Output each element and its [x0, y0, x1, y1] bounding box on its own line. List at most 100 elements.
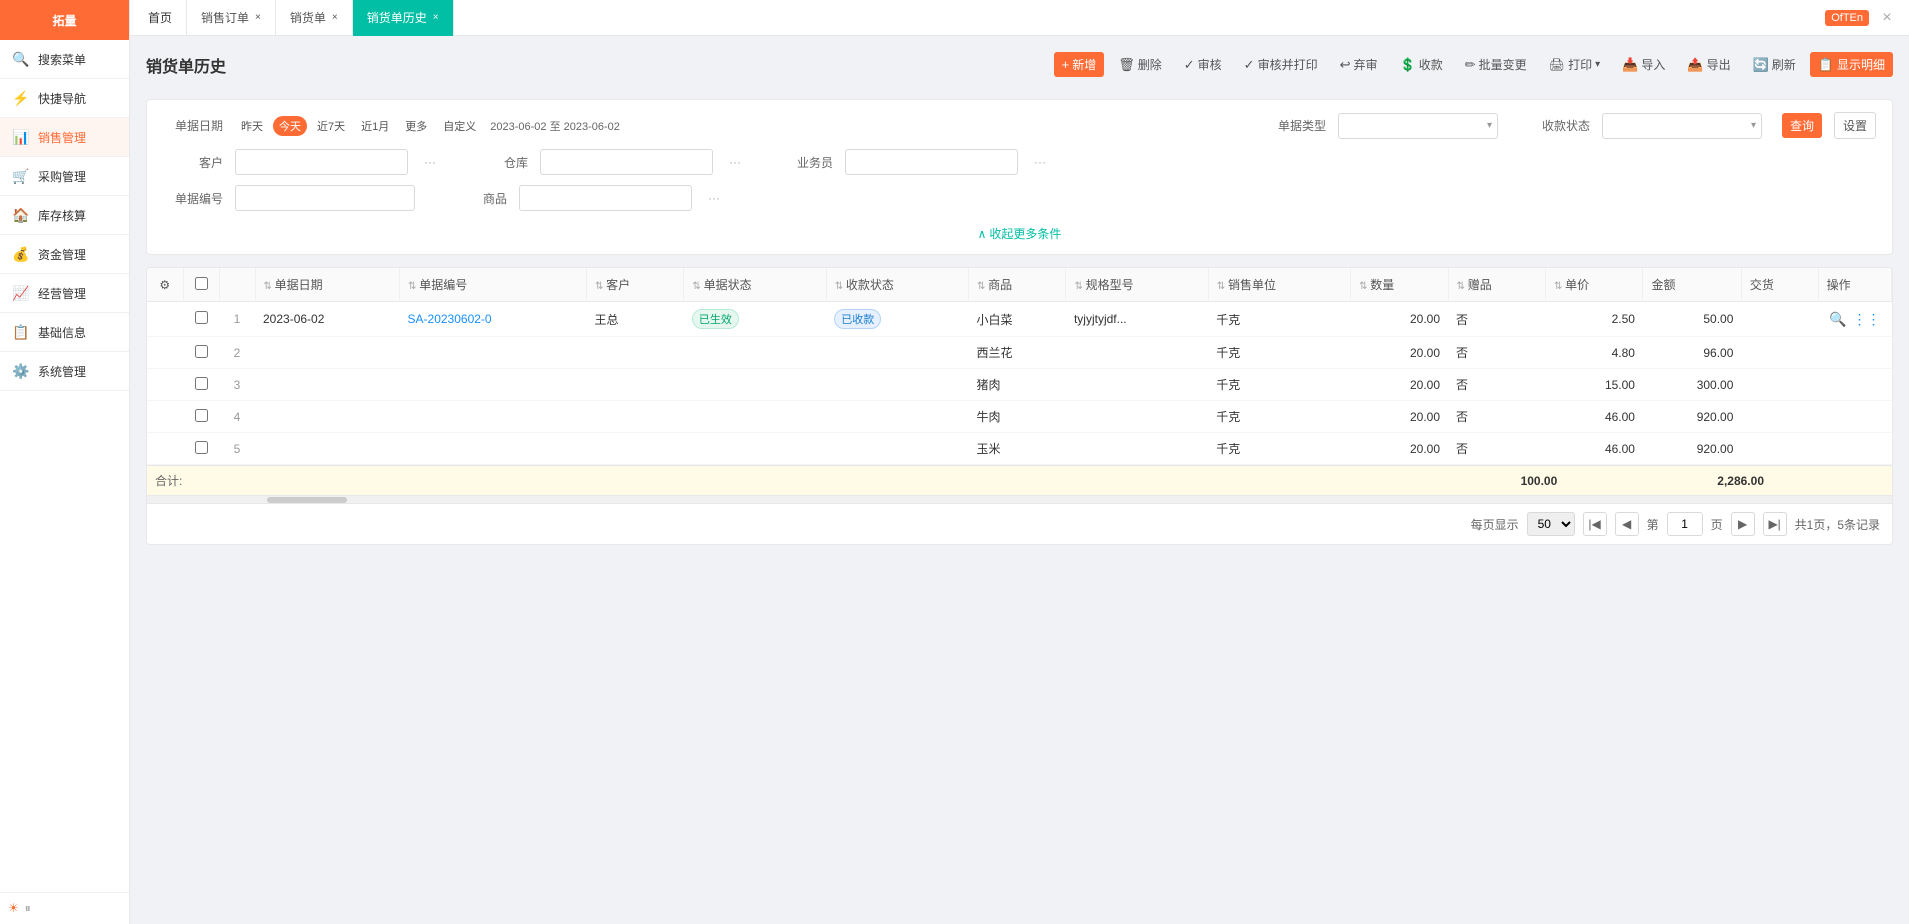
staff-ellipsis[interactable]: ···: [1034, 155, 1046, 169]
goods-ellipsis[interactable]: ···: [708, 191, 720, 205]
th-doc-status[interactable]: 单据状态: [684, 268, 826, 302]
yesterday-shortcut[interactable]: 昨天: [235, 116, 269, 136]
customer-ellipsis[interactable]: ···: [424, 155, 436, 169]
more-shortcut[interactable]: 更多: [399, 116, 433, 136]
next-page-button[interactable]: ▶: [1731, 512, 1755, 536]
today-shortcut[interactable]: 今天: [273, 116, 307, 136]
sidebar-item-operations[interactable]: 📈 经营管理: [0, 274, 129, 313]
td-docno-4[interactable]: [400, 433, 587, 465]
sidebar-item-finance[interactable]: 💰 资金管理: [0, 235, 129, 274]
row-checkbox-0[interactable]: [195, 311, 208, 324]
tab-close-sales-goods[interactable]: ×: [332, 12, 338, 23]
page-number-input[interactable]: [1667, 512, 1703, 536]
th-amount: 金额: [1643, 268, 1741, 302]
th-qty[interactable]: 数量: [1351, 268, 1448, 302]
doc-no-label: 单据编号: [163, 190, 223, 207]
sidebar-item-inventory[interactable]: 🏠 库存核算: [0, 196, 129, 235]
query-button[interactable]: 查询: [1782, 113, 1822, 138]
row-checkbox-4[interactable]: [195, 441, 208, 454]
sidebar-item-basic-info[interactable]: 📋 基础信息: [0, 313, 129, 352]
tab-sales-history[interactable]: 销货单历史 ×: [353, 0, 454, 36]
tab-sales-order[interactable]: 销售订单 ×: [187, 0, 276, 36]
td-checkbox-4[interactable]: [183, 433, 219, 465]
sidebar-item-search-menu[interactable]: 🔍 搜索菜单: [0, 40, 129, 79]
td-docno-1[interactable]: [400, 337, 587, 369]
first-page-button[interactable]: |◀: [1583, 512, 1607, 536]
td-checkbox-2[interactable]: [183, 369, 219, 401]
th-doc-date[interactable]: 单据日期: [255, 268, 400, 302]
th-unit[interactable]: 销售单位: [1208, 268, 1350, 302]
tab-close-sales-order[interactable]: ×: [255, 12, 261, 23]
abandon-button[interactable]: ↩ 弃审: [1332, 52, 1386, 77]
th-price[interactable]: 单价: [1546, 268, 1643, 302]
doc-type-select[interactable]: [1338, 113, 1498, 139]
prev-page-button[interactable]: ◀: [1615, 512, 1639, 536]
tab-sales-goods[interactable]: 销货单 ×: [276, 0, 353, 36]
refresh-button[interactable]: 🔄 刷新: [1745, 52, 1804, 77]
export-button[interactable]: 📤 导出: [1679, 52, 1738, 77]
print-button[interactable]: 🖨 打印 ▾: [1541, 52, 1609, 77]
th-checkbox[interactable]: [183, 268, 219, 302]
window-close-button[interactable]: ×: [1877, 8, 1897, 28]
td-checkbox-1[interactable]: [183, 337, 219, 369]
th-doc-no[interactable]: 单据编号: [400, 268, 587, 302]
th-goods[interactable]: 商品: [969, 268, 1066, 302]
warehouse-label: 仓库: [468, 154, 528, 171]
tab-close-sales-history[interactable]: ×: [433, 12, 439, 23]
staff-input[interactable]: [845, 149, 1018, 175]
delete-button[interactable]: 🗑 删除: [1110, 52, 1170, 77]
row-checkbox-1[interactable]: [195, 345, 208, 358]
th-spec-type[interactable]: 规格型号: [1066, 268, 1208, 302]
table-header-row: ⚙ 单据日期 单据编号 客户 单据状态 收款状态 商品 规格型号 销售单位 数量…: [147, 268, 1892, 302]
lightning-icon: ⚡: [12, 89, 30, 107]
td-docno-2[interactable]: [400, 369, 587, 401]
doc-no-link-0[interactable]: SA-20230602-0: [408, 312, 492, 326]
select-all-checkbox[interactable]: [195, 277, 208, 290]
last1month-shortcut[interactable]: 近1月: [355, 116, 395, 136]
date-range-display: 2023-06-02 至 2023-06-02: [490, 118, 620, 134]
doc-no-input[interactable]: [235, 185, 415, 211]
td-trade-2: [1741, 369, 1818, 401]
th-customer[interactable]: 客户: [586, 268, 683, 302]
collect-button[interactable]: 💲 收款: [1392, 52, 1451, 77]
warehouse-ellipsis[interactable]: ···: [729, 155, 741, 169]
horizontal-scrollbar[interactable]: [147, 495, 1892, 503]
collect-status-select[interactable]: [1602, 113, 1762, 139]
audit-print-button[interactable]: ✓ 审核并打印: [1236, 52, 1326, 77]
sidebar-item-quick-nav[interactable]: ⚡ 快捷导航: [0, 79, 129, 118]
th-collect-status[interactable]: 收款状态: [826, 268, 968, 302]
add-button[interactable]: + 新增: [1054, 52, 1105, 77]
tab-home[interactable]: 首页: [134, 0, 187, 36]
view-icon-0[interactable]: 🔍: [1829, 311, 1846, 327]
goods-input[interactable]: [519, 185, 692, 211]
td-checkbox-3[interactable]: [183, 401, 219, 433]
th-gift[interactable]: 赠品: [1448, 268, 1545, 302]
sidebar-item-purchase-mgmt[interactable]: 🛒 采购管理: [0, 157, 129, 196]
batch-change-button[interactable]: ✏ 批量变更: [1457, 52, 1535, 77]
row-checkbox-2[interactable]: [195, 377, 208, 390]
import-button[interactable]: 📥 导入: [1614, 52, 1673, 77]
td-docno-0[interactable]: SA-20230602-0: [400, 302, 587, 337]
collapse-button[interactable]: ∧ 收起更多条件: [978, 225, 1062, 242]
last-page-button[interactable]: ▶|: [1763, 512, 1787, 536]
sidebar-item-sys-mgmt[interactable]: ⚙️ 系统管理: [0, 352, 129, 391]
td-goods-3: 牛肉: [969, 401, 1066, 433]
td-amount-2: 300.00: [1643, 369, 1741, 401]
sidebar-collapse-icon[interactable]: ⏸: [25, 901, 31, 916]
settings-button[interactable]: 设置: [1834, 112, 1876, 139]
tab-bar: 首页 销售订单 × 销货单 × 销货单历史 × OfTEn ×: [130, 0, 1909, 36]
last7days-shortcut[interactable]: 近7天: [311, 116, 351, 136]
show-detail-button[interactable]: 📋 显示明细: [1810, 52, 1893, 77]
td-docno-3[interactable]: [400, 401, 587, 433]
sidebar-item-sales-mgmt[interactable]: 📊 销售管理: [0, 118, 129, 157]
row-checkbox-3[interactable]: [195, 409, 208, 422]
customer-input[interactable]: [235, 149, 408, 175]
custom-shortcut[interactable]: 自定义: [437, 116, 482, 136]
warehouse-input[interactable]: [540, 149, 713, 175]
audit-button[interactable]: ✓ 审核: [1176, 52, 1230, 77]
sidebar-expand-icon[interactable]: ☀: [8, 901, 19, 916]
th-settings[interactable]: ⚙: [147, 268, 183, 302]
per-page-select[interactable]: 50: [1527, 512, 1575, 536]
more-icon-0[interactable]: ⋮⋮: [1853, 311, 1881, 327]
td-checkbox-0[interactable]: [183, 302, 219, 337]
